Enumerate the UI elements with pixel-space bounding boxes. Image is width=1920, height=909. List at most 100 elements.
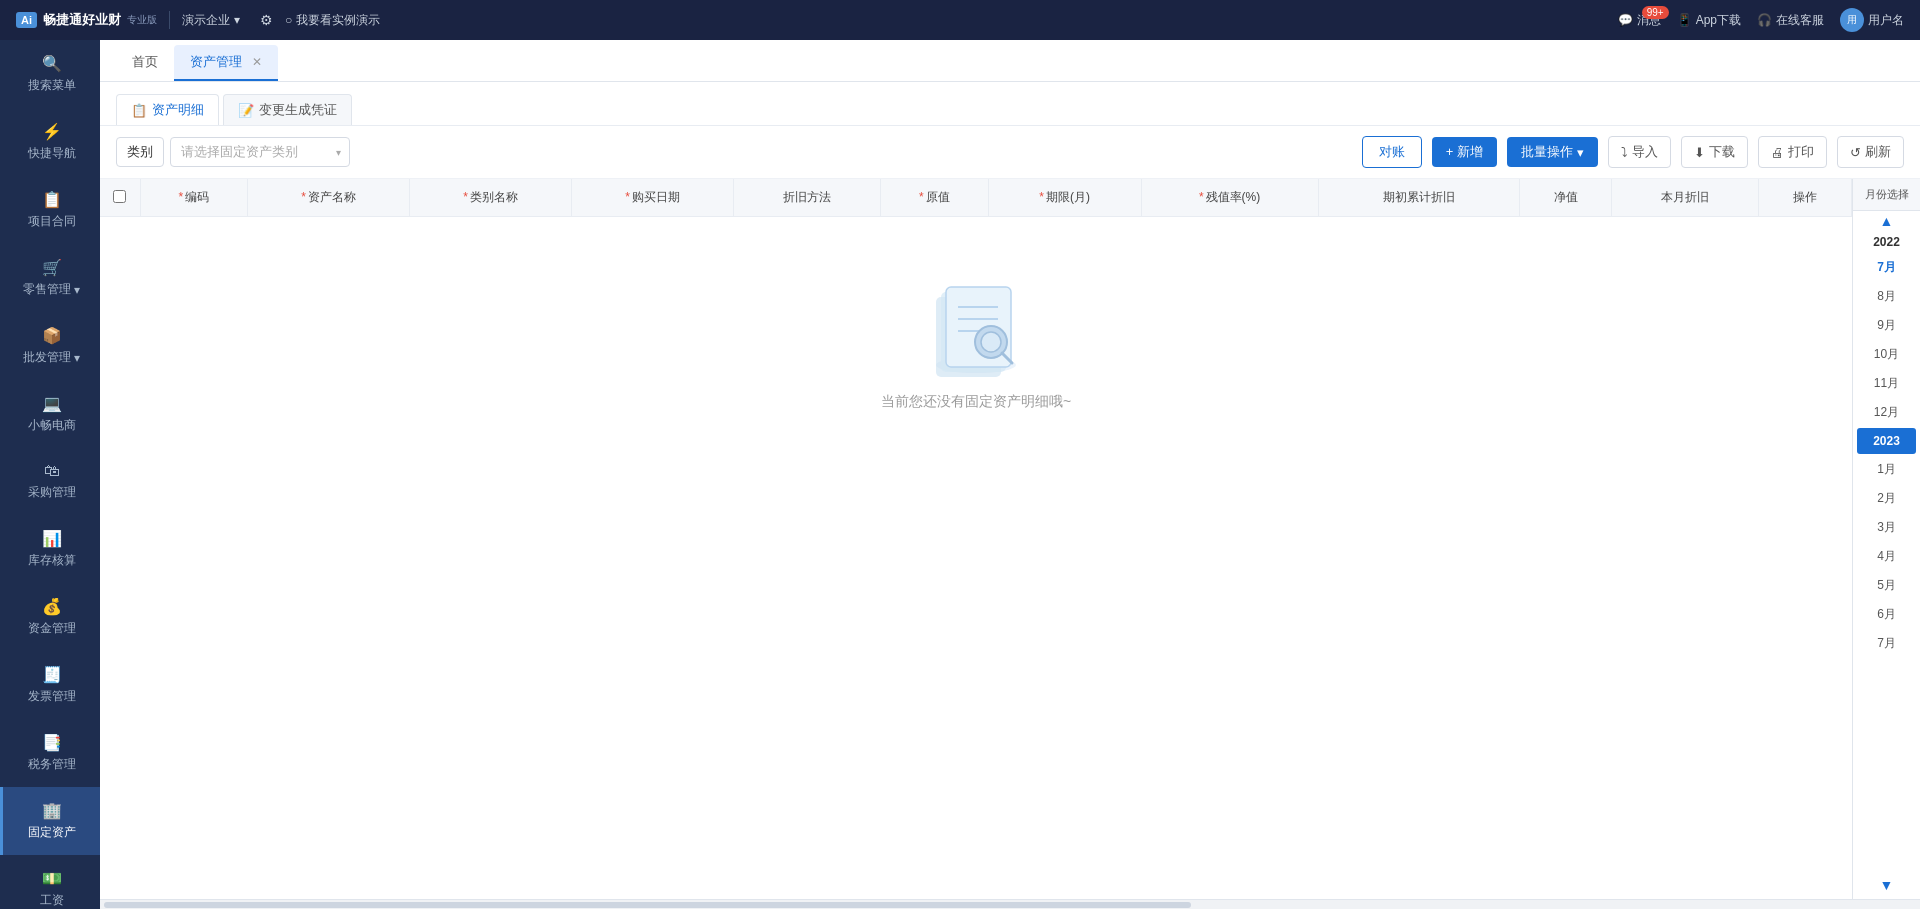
settings-button[interactable]: ⚙ (260, 12, 273, 28)
sidebar-item-quicknav[interactable]: ⚡ 快捷导航 (0, 108, 100, 176)
table-header-row: *编码 *资产名称 *类别名称 *购买日期 折旧方法 *原值 *期限(月) *残… (100, 179, 1852, 217)
print-button[interactable]: 🖨 打印 (1758, 136, 1827, 168)
sidebar-item-inventory[interactable]: 📊 库存核算 (0, 515, 100, 583)
batch-button[interactable]: 批量操作 ▾ (1507, 137, 1598, 167)
top-bar: Ai 畅捷通好业财 专业版 演示企业 ▾ ⚙ ○ 我要看实例演示 💬 消息 99… (0, 0, 1920, 40)
horizontal-scrollbar[interactable] (100, 899, 1920, 909)
print-label: 打印 (1788, 143, 1814, 161)
online-service-label: 在线客服 (1776, 12, 1824, 29)
month-item-2023-1[interactable]: 1月 (1853, 455, 1920, 484)
download-button[interactable]: ⬇ 下载 (1681, 136, 1748, 168)
month-up-button[interactable]: ▲ (1874, 211, 1900, 231)
sidebar-label-inventory: 库存核算 (28, 553, 76, 567)
month-item-11[interactable]: 11月 (1853, 369, 1920, 398)
empty-text: 当前您还没有固定资产明细哦~ (881, 393, 1071, 411)
demo-button[interactable]: ○ 我要看实例演示 (285, 12, 380, 29)
th-accum-depreciation: 期初累计折旧 (1318, 179, 1519, 217)
category-dropdown-icon: ▾ (336, 147, 341, 158)
month-down-button[interactable]: ▼ (1857, 875, 1916, 895)
add-button[interactable]: + 新增 (1432, 137, 1497, 167)
month-item-2023-5[interactable]: 5月 (1853, 571, 1920, 600)
app-download-label: App下载 (1696, 12, 1741, 29)
month-item-2023-4[interactable]: 4月 (1853, 542, 1920, 571)
th-purchase-date: *购买日期 (572, 179, 734, 217)
retail-arrow-icon: ▾ (74, 283, 80, 297)
salary-icon: 💵 (11, 869, 92, 888)
change-voucher-tab-icon: 📝 (238, 103, 254, 118)
sidebar: 🔍 搜索菜单 ⚡ 快捷导航 📋 项目合同 🛒 零售管理 ▾ 📦 批发管理 ▾ (0, 40, 100, 909)
sidebar-item-contracts[interactable]: 📋 项目合同 (0, 176, 100, 244)
sidebar-label-search: 搜索菜单 (28, 78, 76, 92)
company-selector[interactable]: 演示企业 ▾ (182, 12, 240, 29)
sidebar-label-quicknav: 快捷导航 (28, 146, 76, 160)
sidebar-item-purchase[interactable]: 🛍 采购管理 (0, 448, 100, 515)
tab-close-icon[interactable]: ✕ (252, 55, 262, 69)
content-area: 首页 资产管理 ✕ 📋 资产明细 📝 变更生成凭证 (100, 40, 1920, 909)
category-select[interactable]: 请选择固定资产类别 ▾ (170, 137, 350, 167)
sub-tab-asset-detail[interactable]: 📋 资产明细 (116, 94, 219, 125)
category-label: 类别 (116, 137, 164, 167)
user-profile[interactable]: 用 用户名 (1840, 8, 1904, 32)
select-all-checkbox[interactable] (113, 190, 126, 203)
duizhang-button[interactable]: 对账 (1362, 136, 1422, 168)
sidebar-item-search[interactable]: 🔍 搜索菜单 (0, 40, 100, 108)
sidebar-label-purchase: 采购管理 (28, 485, 76, 499)
page-content: 📋 资产明细 📝 变更生成凭证 类别 请选择固定资产类别 ▾ 对账 (100, 82, 1920, 909)
th-code: *编码 (140, 179, 248, 217)
demo-circle-icon: ○ (285, 13, 292, 27)
sidebar-label-tax: 税务管理 (28, 757, 76, 771)
th-checkbox (100, 179, 140, 217)
online-service-button[interactable]: 🎧 在线客服 (1757, 12, 1824, 29)
table-area: *编码 *资产名称 *类别名称 *购买日期 折旧方法 *原值 *期限(月) *残… (100, 179, 1920, 899)
toolbar: 类别 请选择固定资产类别 ▾ 对账 + 新增 批量操作 ▾ ⤵ 导入 (100, 126, 1920, 179)
month-item-8[interactable]: 8月 (1853, 282, 1920, 311)
tab-home[interactable]: 首页 (116, 45, 174, 81)
app-edition: 专业版 (127, 13, 157, 27)
logo-icon: Ai (16, 12, 37, 28)
month-item-current[interactable]: 7月 (1853, 253, 1920, 282)
month-panel-bottom: ▼ (1853, 871, 1920, 899)
retail-icon: 🛒 (11, 258, 92, 277)
import-icon: ⤵ (1621, 145, 1628, 160)
category-placeholder: 请选择固定资产类别 (181, 143, 298, 161)
import-button[interactable]: ⤵ 导入 (1608, 136, 1671, 168)
finance-icon: 💰 (11, 597, 92, 616)
import-label: 导入 (1632, 143, 1658, 161)
wholesale-icon: 📦 (11, 326, 92, 345)
month-item-2023-3[interactable]: 3月 (1853, 513, 1920, 542)
fixed-assets-icon: 🏢 (11, 801, 92, 820)
th-net-value: 净值 (1519, 179, 1612, 217)
refresh-button[interactable]: ↺ 刷新 (1837, 136, 1904, 168)
sub-tab-change-voucher[interactable]: 📝 变更生成凭证 (223, 94, 352, 125)
divider-1 (169, 11, 170, 29)
category-filter: 类别 请选择固定资产类别 ▾ (116, 137, 350, 167)
messages-button[interactable]: 💬 消息 99+ (1618, 12, 1661, 29)
sidebar-item-ecommerce[interactable]: 💻 小畅电商 (0, 380, 100, 448)
refresh-icon: ↺ (1850, 145, 1861, 160)
purchase-icon: 🛍 (11, 462, 92, 480)
sidebar-label-wholesale: 批发管理 ▾ (11, 349, 92, 366)
asset-detail-tab-icon: 📋 (131, 103, 147, 118)
month-item-10[interactable]: 10月 (1853, 340, 1920, 369)
sidebar-item-retail[interactable]: 🛒 零售管理 ▾ (0, 244, 100, 312)
sidebar-item-fixed-assets[interactable]: 🏢 固定资产 (0, 787, 100, 855)
scrollbar-thumb[interactable] (104, 902, 1191, 908)
month-item-2023-2[interactable]: 2月 (1853, 484, 1920, 513)
sidebar-item-invoice[interactable]: 🧾 发票管理 (0, 651, 100, 719)
sidebar-item-finance[interactable]: 💰 资金管理 (0, 583, 100, 651)
month-item-12[interactable]: 12月 (1853, 398, 1920, 427)
svg-point-8 (981, 332, 1001, 352)
main-layout: 🔍 搜索菜单 ⚡ 快捷导航 📋 项目合同 🛒 零售管理 ▾ 📦 批发管理 ▾ (0, 40, 1920, 909)
current-month-display: 7月 (1877, 260, 1896, 274)
sidebar-item-tax[interactable]: 📑 税务管理 (0, 719, 100, 787)
sidebar-item-salary[interactable]: 💵 工资 (0, 855, 100, 909)
sidebar-item-wholesale[interactable]: 📦 批发管理 ▾ (0, 312, 100, 380)
month-item-2023-6[interactable]: 6月 (1853, 600, 1920, 629)
table-and-panel: *编码 *资产名称 *类别名称 *购买日期 折旧方法 *原值 *期限(月) *残… (100, 179, 1920, 899)
app-download-button[interactable]: 📱 App下载 (1677, 12, 1741, 29)
sidebar-label-retail: 零售管理 ▾ (11, 281, 92, 298)
th-original-value: *原值 (880, 179, 988, 217)
month-item-2023-7[interactable]: 7月 (1853, 629, 1920, 658)
month-item-9[interactable]: 9月 (1853, 311, 1920, 340)
tab-asset-management[interactable]: 资产管理 ✕ (174, 45, 278, 81)
